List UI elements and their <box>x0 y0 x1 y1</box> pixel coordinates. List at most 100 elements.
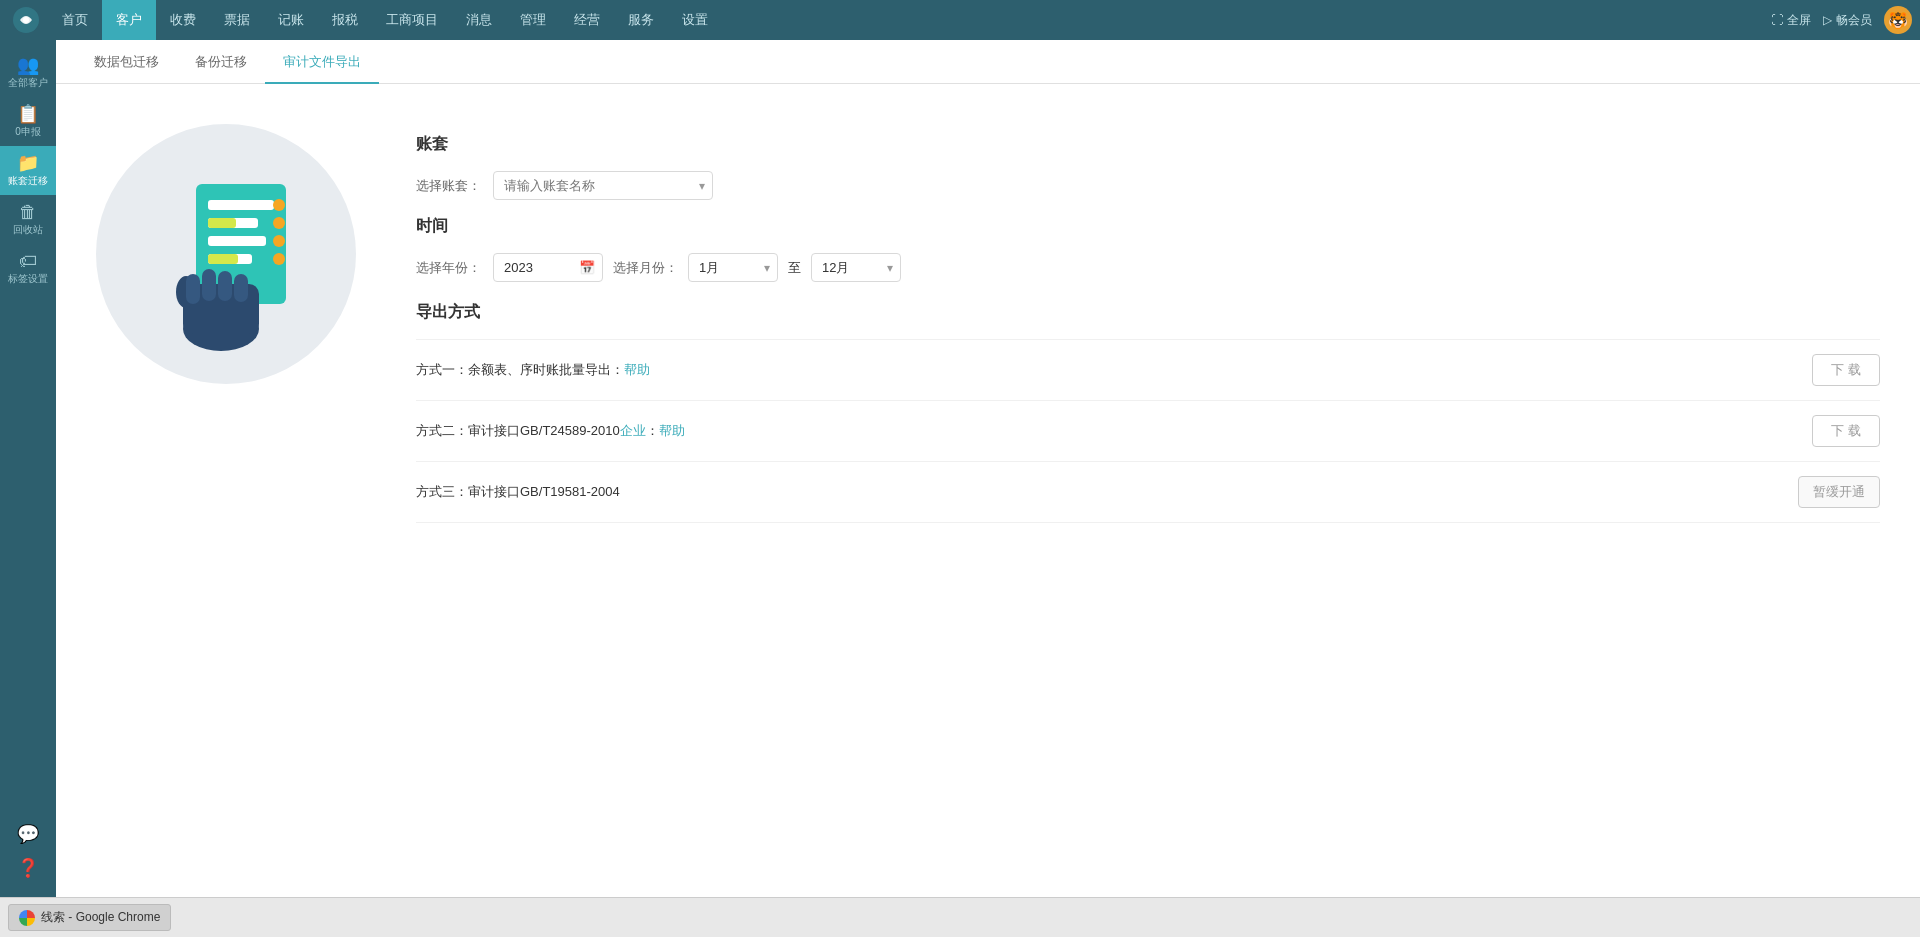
illustration-svg <box>126 144 326 364</box>
app-logo[interactable] <box>8 2 44 38</box>
sidebar: 👥 全部客户 📋 0申报 📁 账套迁移 🗑 回收站 🏷 标签设置 💬 ❓ <box>0 40 56 897</box>
nav-fee[interactable]: 收费 <box>156 0 210 40</box>
time-form-row: 选择年份： 📅 选择月份： 1月2月3月4月 5月6月7月8月 9月10月11月… <box>416 253 1880 282</box>
coming-soon-button-3: 暂缓开通 <box>1798 476 1880 508</box>
illustration-circle <box>96 124 356 384</box>
recycle-icon: 🗑 <box>19 203 37 221</box>
svg-rect-3 <box>208 200 274 210</box>
nav-right-area: ⛶ 全屏 ▷ 畅会员 🐯 <box>1771 6 1912 34</box>
nav-customer[interactable]: 客户 <box>102 0 156 40</box>
tab-audit-export[interactable]: 审计文件导出 <box>265 41 379 84</box>
taskbar-item-label: 线索 - Google Chrome <box>41 909 160 926</box>
sidebar-label-tag-settings: 标签设置 <box>8 273 48 285</box>
account-select-wrapper: ▾ <box>493 171 713 200</box>
export-method-3-text: 方式三：审计接口GB/T19581-2004 <box>416 483 620 501</box>
svg-point-1 <box>23 17 29 23</box>
export-method-2-text: 方式二：审计接口GB/T24589-2010企业：帮助 <box>416 422 685 440</box>
nav-service[interactable]: 服务 <box>614 0 668 40</box>
svg-point-9 <box>273 235 285 247</box>
nav-operation[interactable]: 经营 <box>560 0 614 40</box>
content-area: 数据包迁移 备份迁移 审计文件导出 <box>56 40 1920 897</box>
sidebar-item-zero-declaration[interactable]: 📋 0申报 <box>0 97 56 146</box>
export-row-3: 方式三：审计接口GB/T19581-2004 暂缓开通 <box>416 462 1880 523</box>
top-navigation: 首页 客户 收费 票据 记账 报税 工商项目 消息 管理 经营 服务 设置 ⛶ … <box>0 0 1920 40</box>
sidebar-label-zero-declaration: 0申报 <box>15 126 41 138</box>
nav-business[interactable]: 工商项目 <box>372 0 452 40</box>
nav-message[interactable]: 消息 <box>452 0 506 40</box>
sidebar-item-help[interactable]: ❓ <box>0 851 56 885</box>
sidebar-label-all-customers: 全部客户 <box>8 77 48 89</box>
sidebar-item-all-customers[interactable]: 👥 全部客户 <box>0 48 56 97</box>
account-section-title: 账套 <box>416 134 1880 155</box>
account-form-row: 选择账套： ▾ <box>416 171 1880 200</box>
avatar[interactable]: 🐯 <box>1884 6 1912 34</box>
svg-rect-16 <box>186 274 200 304</box>
taskbar: 线索 - Google Chrome <box>0 897 1920 937</box>
nav-invoice[interactable]: 票据 <box>210 0 264 40</box>
declaration-icon: 📋 <box>17 105 39 123</box>
company-link-2[interactable]: 企业 <box>620 423 646 438</box>
svg-rect-5 <box>208 236 266 246</box>
svg-point-8 <box>273 217 285 229</box>
tab-backup-migration[interactable]: 备份迁移 <box>177 41 265 84</box>
help-link-2[interactable]: 帮助 <box>659 423 685 438</box>
export-section: 方式一：余额表、序时账批量导出：帮助 下 载 方式二：审计接口GB/T24589… <box>416 339 1880 523</box>
nav-tax[interactable]: 报税 <box>318 0 372 40</box>
svg-rect-12 <box>208 254 238 264</box>
month-end-wrapper: 1月2月3月4月 5月6月7月8月 9月10月11月 12月 ▾ <box>811 253 901 282</box>
illustration-area <box>96 124 356 384</box>
sidebar-item-account-migration[interactable]: 📁 账套迁移 <box>0 146 56 195</box>
customers-icon: 👥 <box>17 56 39 74</box>
sidebar-label-recycle: 回收站 <box>13 224 43 236</box>
nav-bookkeeping[interactable]: 记账 <box>264 0 318 40</box>
tab-bar: 数据包迁移 备份迁移 审计文件导出 <box>56 40 1920 84</box>
sidebar-item-messages[interactable]: 💬 <box>0 817 56 851</box>
sidebar-item-recycle[interactable]: 🗑 回收站 <box>0 195 56 244</box>
month-start-wrapper: 1月2月3月4月 5月6月7月8月 9月10月11月12月 ▾ <box>688 253 778 282</box>
svg-point-10 <box>273 253 285 265</box>
export-row-2: 方式二：审计接口GB/T24589-2010企业：帮助 下 载 <box>416 401 1880 462</box>
nav-home[interactable]: 首页 <box>48 0 102 40</box>
sidebar-label-account-migration: 账套迁移 <box>8 175 48 187</box>
time-section-title: 时间 <box>416 216 1880 237</box>
account-input[interactable] <box>493 171 713 200</box>
migration-icon: 📁 <box>17 154 39 172</box>
membership-button[interactable]: ▷ 畅会员 <box>1823 12 1872 29</box>
month-start-select[interactable]: 1月2月3月4月 5月6月7月8月 9月10月11月12月 <box>688 253 778 282</box>
membership-icon: ▷ <box>1823 13 1832 27</box>
export-row-1: 方式一：余额表、序时账批量导出：帮助 下 载 <box>416 339 1880 401</box>
svg-rect-11 <box>208 218 236 228</box>
download-button-1[interactable]: 下 载 <box>1812 354 1880 386</box>
fullscreen-icon: ⛶ <box>1771 13 1783 27</box>
svg-rect-18 <box>218 271 232 301</box>
year-input-wrapper: 📅 <box>493 253 603 282</box>
month-label: 选择月份： <box>613 259 678 277</box>
tab-data-migration[interactable]: 数据包迁移 <box>76 41 177 84</box>
account-label: 选择账套： <box>416 177 481 195</box>
message-icon: 💬 <box>17 825 39 843</box>
nav-items: 首页 客户 收费 票据 记账 报税 工商项目 消息 管理 经营 服务 设置 <box>48 0 1771 40</box>
help-link-1[interactable]: 帮助 <box>624 362 650 377</box>
year-label: 选择年份： <box>416 259 481 277</box>
help-icon: ❓ <box>17 859 39 877</box>
time-separator: 至 <box>788 259 801 277</box>
tag-icon: 🏷 <box>19 252 37 270</box>
svg-rect-17 <box>202 269 216 301</box>
export-section-title: 导出方式 <box>416 302 1880 323</box>
export-method-1-text: 方式一：余额表、序时账批量导出：帮助 <box>416 361 650 379</box>
month-end-select[interactable]: 1月2月3月4月 5月6月7月8月 9月10月11月 12月 <box>811 253 901 282</box>
svg-point-7 <box>273 199 285 211</box>
fullscreen-button[interactable]: ⛶ 全屏 <box>1771 12 1811 29</box>
svg-rect-19 <box>234 274 248 302</box>
nav-management[interactable]: 管理 <box>506 0 560 40</box>
download-button-2[interactable]: 下 载 <box>1812 415 1880 447</box>
taskbar-chrome-item[interactable]: 线索 - Google Chrome <box>8 904 171 931</box>
main-layout: 👥 全部客户 📋 0申报 📁 账套迁移 🗑 回收站 🏷 标签设置 💬 ❓ <box>0 40 1920 897</box>
sidebar-item-tag-settings[interactable]: 🏷 标签设置 <box>0 244 56 293</box>
year-input[interactable] <box>493 253 603 282</box>
page-content: 账套 选择账套： ▾ 时间 选择年份： 📅 <box>56 84 1920 897</box>
time-row: 📅 选择月份： 1月2月3月4月 5月6月7月8月 9月10月11月12月 ▾ … <box>493 253 901 282</box>
nav-settings[interactable]: 设置 <box>668 0 722 40</box>
sidebar-bottom: 💬 ❓ <box>0 817 56 897</box>
chrome-icon <box>19 910 35 926</box>
